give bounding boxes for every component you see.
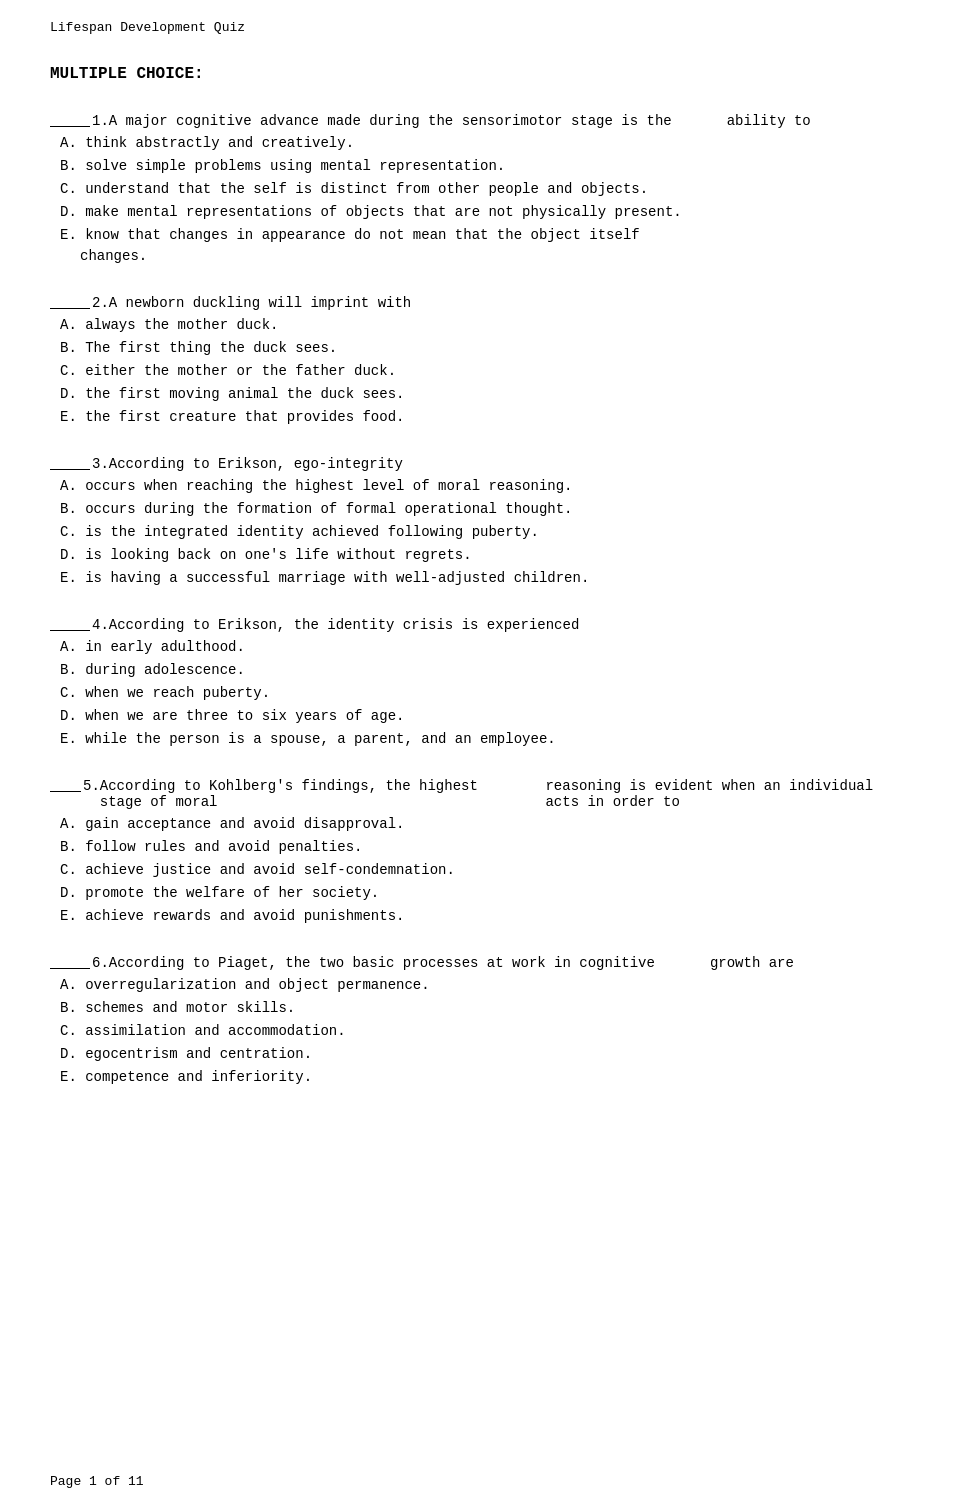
answer-option-1-D: D. make mental representations of object… xyxy=(50,202,910,223)
answer-option-4-C: C. when we reach puberty. xyxy=(50,683,910,704)
answer-option-2-D: D. the first moving animal the duck sees… xyxy=(50,384,910,405)
answer-option-3-B: B. occurs during the formation of formal… xyxy=(50,499,910,520)
answer-option-5-B: B. follow rules and avoid penalties. xyxy=(50,837,910,858)
question-stem-5: 5. According to Kohlberg's findings, the… xyxy=(50,778,910,810)
answer-option-2-C: C. either the mother or the father duck. xyxy=(50,361,910,382)
question-stem-1: 1. A major cognitive advance made during… xyxy=(50,113,910,129)
question-block-2: 2. A newborn duckling will imprint withA… xyxy=(50,295,910,428)
question-stem-3: 3. According to Erikson, ego-integrity xyxy=(50,456,910,472)
answer-blank-6 xyxy=(50,955,90,969)
answer-option-5-D: D. promote the welfare of her society. xyxy=(50,883,910,904)
answer-blank-2 xyxy=(50,295,90,309)
question-block-1: 1. A major cognitive advance made during… xyxy=(50,113,910,267)
answer-option-3-A: A. occurs when reaching the highest leve… xyxy=(50,476,910,497)
question-text-2: A newborn duckling will imprint with xyxy=(109,295,411,311)
question-block-6: 6. According to Piaget, the two basic pr… xyxy=(50,955,910,1088)
question-number-6: 6. xyxy=(92,955,109,971)
question-stem-6: 6. According to Piaget, the two basic pr… xyxy=(50,955,910,971)
answer-option-6-E: E. competence and inferiority. xyxy=(50,1067,910,1088)
page-footer: Page 1 of 11 xyxy=(50,1474,144,1489)
answer-option-6-C: C. assimilation and accommodation. xyxy=(50,1021,910,1042)
question-text-3: According to Erikson, ego-integrity xyxy=(109,456,403,472)
answer-option-2-A: A. always the mother duck. xyxy=(50,315,910,336)
answer-option-2-B: B. The first thing the duck sees. xyxy=(50,338,910,359)
question-block-3: 3. According to Erikson, ego-integrity A.… xyxy=(50,456,910,589)
question-number-3: 3. xyxy=(92,456,109,472)
answer-option-1-B: B. solve simple problems using mental re… xyxy=(50,156,910,177)
answer-option-1-E: E. know that changes in appearance do no… xyxy=(50,225,910,267)
questions-container: 1. A major cognitive advance made during… xyxy=(50,113,910,1088)
section-header: MULTIPLE CHOICE: xyxy=(50,65,910,83)
question-number-1: 1. xyxy=(92,113,109,129)
answer-option-3-E: E. is having a successful marriage with … xyxy=(50,568,910,589)
answer-blank-4 xyxy=(50,617,90,631)
answer-option-4-D: D. when we are three to six years of age… xyxy=(50,706,910,727)
answer-option-5-E: E. achieve rewards and avoid punishments… xyxy=(50,906,910,927)
answer-blank-5 xyxy=(50,778,81,792)
question-number-2: 2. xyxy=(92,295,109,311)
question-text-5: According to Kohlberg's findings, the hi… xyxy=(100,778,491,810)
question-block-4: 4. According to Erikson, the identity cr… xyxy=(50,617,910,750)
question-text-6: According to Piaget, the two basic proce… xyxy=(109,955,655,971)
question-number-5: 5. xyxy=(83,778,100,794)
answer-option-4-A: A. in early adulthood. xyxy=(50,637,910,658)
page-title: Lifespan Development Quiz xyxy=(50,20,910,35)
answer-option-3-D: D. is looking back on one's life without… xyxy=(50,545,910,566)
question-text-4: According to Erikson, the identity crisi… xyxy=(109,617,579,633)
question-number-4: 4. xyxy=(92,617,109,633)
answer-blank-3 xyxy=(50,456,90,470)
answer-option-1-C: C. understand that the self is distinct … xyxy=(50,179,910,200)
answer-option-5-A: A. gain acceptance and avoid disapproval… xyxy=(50,814,910,835)
page-container: Lifespan Development Quiz MULTIPLE CHOIC… xyxy=(0,0,960,1509)
answer-option-4-E: E. while the person is a spouse, a paren… xyxy=(50,729,910,750)
answer-option-4-B: B. during adolescence. xyxy=(50,660,910,681)
question-stem-4: 4. According to Erikson, the identity cr… xyxy=(50,617,910,633)
answer-option-1-A: A. think abstractly and creatively. xyxy=(50,133,910,154)
answer-option-3-C: C. is the integrated identity achieved f… xyxy=(50,522,910,543)
answer-option-6-A: A. overregularization and object permane… xyxy=(50,975,910,996)
answer-blank-1 xyxy=(50,113,90,127)
answer-option-6-B: B. schemes and motor skills. xyxy=(50,998,910,1019)
question-text-1: A major cognitive advance made during th… xyxy=(109,113,672,129)
answer-option-6-D: D. egocentrism and centration. xyxy=(50,1044,910,1065)
answer-option-5-C: C. achieve justice and avoid self-condem… xyxy=(50,860,910,881)
question-block-5: 5. According to Kohlberg's findings, the… xyxy=(50,778,910,927)
question-stem-2: 2. A newborn duckling will imprint with xyxy=(50,295,910,311)
answer-option-2-E: E. the first creature that provides food… xyxy=(50,407,910,428)
